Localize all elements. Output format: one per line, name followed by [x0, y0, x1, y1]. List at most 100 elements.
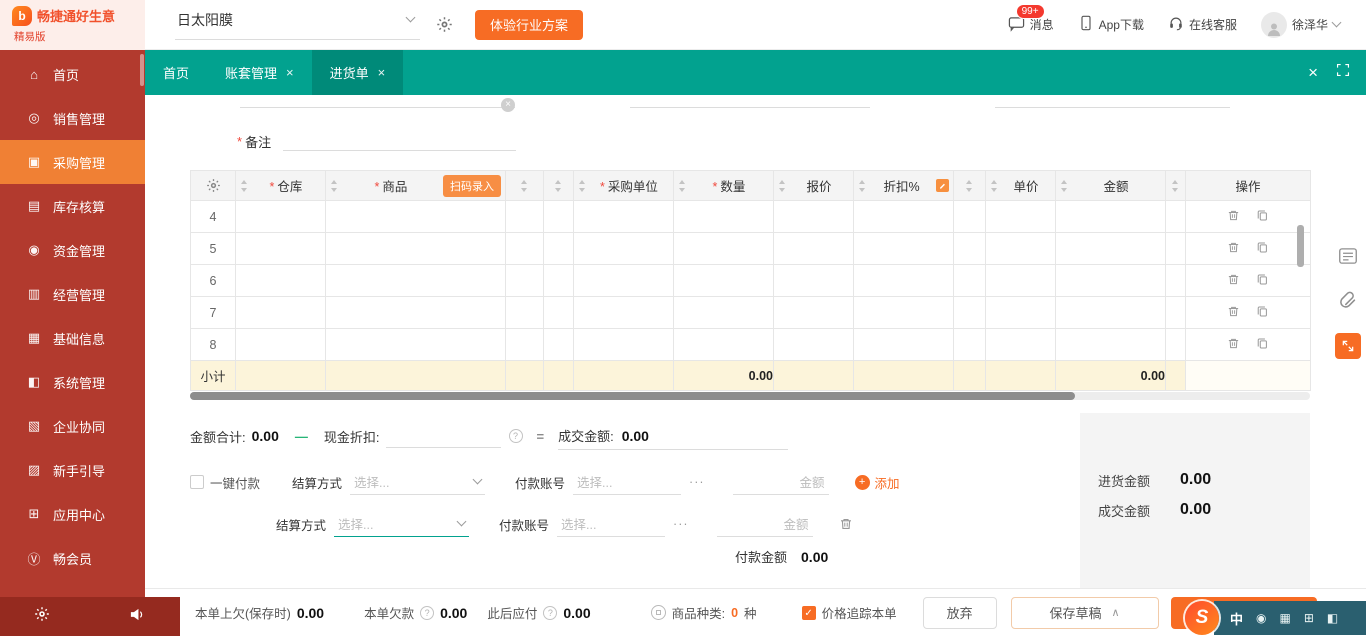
delete-row-icon[interactable]	[1227, 241, 1240, 257]
grid-cell[interactable]	[325, 264, 506, 297]
price-track-checkbox[interactable]: ✓	[801, 605, 816, 620]
sort-icon[interactable]	[330, 179, 339, 193]
grid-cell[interactable]	[853, 200, 954, 233]
grid-cell[interactable]	[573, 328, 674, 361]
user-menu[interactable]: 徐泽华	[1260, 11, 1342, 38]
grid-cell[interactable]	[985, 232, 1056, 265]
grid-cell[interactable]	[1055, 264, 1166, 297]
copy-row-icon[interactable]	[1256, 209, 1269, 225]
grid-cell[interactable]	[1165, 232, 1186, 265]
delete-row-icon[interactable]	[1227, 305, 1240, 321]
scrollbar-thumb[interactable]	[190, 392, 1075, 400]
grid-cell[interactable]	[1165, 200, 1186, 233]
sort-icon[interactable]	[965, 179, 974, 193]
col-header-unit[interactable]: * 采购单位	[573, 170, 674, 201]
grid-cell[interactable]	[543, 264, 574, 297]
sort-icon[interactable]	[778, 179, 787, 193]
sidebar-item-system[interactable]: ◧ 系统管理	[0, 360, 145, 404]
pay-account-select[interactable]: 选择...	[557, 511, 666, 537]
grid-cell[interactable]	[235, 296, 326, 329]
grid-cell[interactable]	[325, 328, 506, 361]
form-field-underline[interactable]	[995, 107, 1230, 108]
sidebar-item-purchase[interactable]: ▣ 采购管理	[0, 140, 145, 184]
save-draft-button[interactable]: 保存草稿 ∧	[1010, 596, 1159, 629]
sort-icon[interactable]	[990, 179, 999, 193]
settle-method-select[interactable]: 选择...	[334, 511, 470, 537]
grid-cell[interactable]	[543, 328, 574, 361]
grid-cell[interactable]	[853, 264, 954, 297]
grid-cell[interactable]	[543, 200, 574, 233]
grid-cell[interactable]	[853, 296, 954, 329]
close-tab-icon[interactable]: ×	[286, 65, 294, 80]
cash-discount-input[interactable]	[385, 424, 501, 448]
settle-method-select[interactable]: 选择...	[350, 469, 486, 495]
edit-discount-icon[interactable]	[936, 179, 949, 192]
grid-cell[interactable]	[985, 264, 1056, 297]
grid-cell[interactable]	[773, 328, 854, 361]
trial-industry-button[interactable]: 体验行业方案	[475, 9, 584, 40]
ime-apps-icon[interactable]: ⊞	[1304, 611, 1314, 625]
grid-cell[interactable]	[985, 200, 1056, 233]
ime-logo-icon[interactable]: S	[1185, 601, 1219, 635]
price-track-option[interactable]: ✓ 价格追踪本单	[801, 603, 897, 622]
sort-icon[interactable]	[240, 179, 249, 193]
fullscreen-icon[interactable]	[1336, 63, 1350, 82]
grid-cell[interactable]	[1165, 328, 1186, 361]
vertical-scrollbar[interactable]	[1297, 225, 1304, 267]
sidebar-scrollbar[interactable]	[140, 54, 144, 86]
app-download-button[interactable]: App下载	[1078, 15, 1144, 34]
sidebar-item-guide[interactable]: ▨ 新手引导	[0, 448, 145, 492]
ime-language-toggle[interactable]: 中	[1230, 609, 1243, 628]
grid-cell[interactable]	[505, 200, 544, 233]
grid-cell[interactable]	[853, 232, 954, 265]
grid-cell[interactable]	[543, 232, 574, 265]
grid-cell[interactable]	[235, 264, 326, 297]
sort-icon[interactable]	[678, 179, 687, 193]
col-header-discount[interactable]: 折扣%	[853, 170, 954, 201]
grid-cell[interactable]	[325, 232, 506, 265]
form-field-underline[interactable]	[240, 107, 515, 108]
col-header-narrow-2[interactable]	[543, 170, 574, 201]
copy-row-icon[interactable]	[1256, 273, 1269, 289]
grid-cell[interactable]	[673, 200, 774, 233]
settings-gear-icon[interactable]	[436, 16, 453, 33]
grid-cell[interactable]	[573, 200, 674, 233]
help-icon[interactable]: ?	[508, 429, 523, 443]
delete-payment-icon[interactable]	[839, 517, 853, 531]
grid-cell[interactable]	[673, 232, 774, 265]
grid-cell[interactable]	[985, 296, 1056, 329]
one-click-pay-checkbox[interactable]	[190, 475, 204, 489]
grid-cell[interactable]	[673, 296, 774, 329]
grid-cell[interactable]	[543, 296, 574, 329]
pay-amount-input[interactable]: 金额	[716, 511, 813, 537]
add-payment-button[interactable]: + 添加	[854, 473, 900, 492]
sort-icon[interactable]	[554, 179, 563, 193]
sidebar-item-collaboration[interactable]: ▧ 企业协同	[0, 404, 145, 448]
grid-cell[interactable]	[673, 264, 774, 297]
grid-cell[interactable]	[1055, 232, 1166, 265]
speaker-icon[interactable]	[129, 606, 146, 628]
close-tab-icon[interactable]: ×	[378, 65, 386, 80]
ime-mic-icon[interactable]: ◉	[1256, 611, 1266, 625]
grid-cell[interactable]	[953, 296, 986, 329]
grid-cell[interactable]	[953, 232, 986, 265]
scan-entry-button[interactable]: 扫码录入	[443, 174, 501, 197]
delete-row-icon[interactable]	[1227, 337, 1240, 353]
col-header-quote[interactable]: 报价	[773, 170, 854, 201]
horizontal-scrollbar[interactable]	[190, 392, 1310, 400]
sidebar-item-member[interactable]: Ⓥ 畅会员	[0, 536, 145, 580]
tab-home[interactable]: 首页	[145, 50, 207, 95]
grid-cell[interactable]	[773, 200, 854, 233]
grid-cell[interactable]	[573, 232, 674, 265]
grid-cell[interactable]	[505, 264, 544, 297]
messages-button[interactable]: 99+ 消息	[1008, 3, 1054, 35]
grid-cell[interactable]	[953, 328, 986, 361]
tab-purchase-order[interactable]: 进货单 ×	[311, 50, 404, 95]
delete-row-icon[interactable]	[1227, 209, 1240, 225]
col-header-amount[interactable]: 金额	[1055, 170, 1166, 201]
col-header-narrow-3[interactable]	[953, 170, 986, 201]
ime-settings-icon[interactable]: ◧	[1327, 611, 1338, 625]
grid-cell[interactable]	[853, 328, 954, 361]
more-options-icon[interactable]: ···	[673, 517, 689, 531]
copy-row-icon[interactable]	[1256, 241, 1269, 257]
